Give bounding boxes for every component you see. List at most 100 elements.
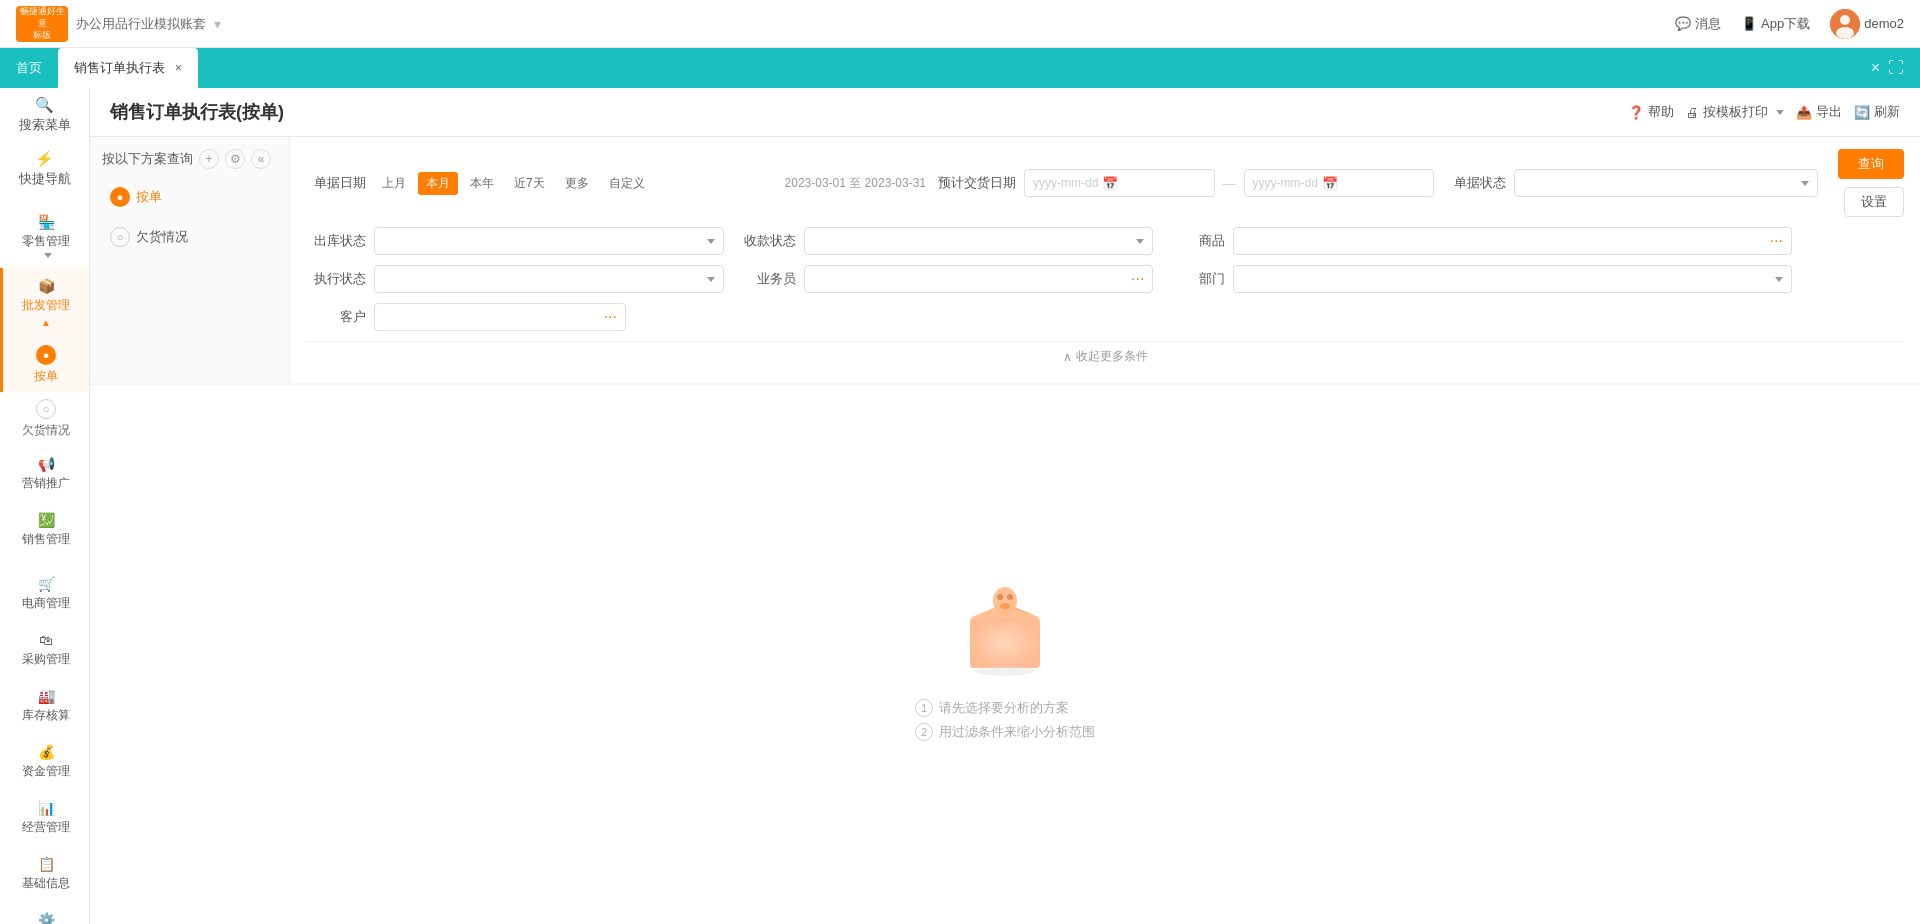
help-icon: ❓ [1628,105,1644,120]
svg-point-10 [975,666,1035,676]
set-btn[interactable]: 设置 [1844,187,1904,217]
dept-select[interactable] [1233,265,1792,293]
filter-expected-date-field: 预计交货日期 yyyy-mm-dd 📅 — yyyy-mm-dd 📅 [938,169,1434,197]
tab-close-icon[interactable]: × [175,61,182,75]
tab-bar-actions: × ⛶ [1871,59,1920,77]
dept-chevron [1775,277,1783,282]
sidebar-item-sales-mgmt[interactable]: 💹 销售管理 [0,502,89,558]
customer-input[interactable]: ··· [374,303,626,331]
scheme-arrears-icon: ○ [110,227,130,247]
avatar-img [1830,9,1860,39]
settings-scheme-btn[interactable]: ⚙ [225,149,245,169]
exec-status-chevron [707,277,715,282]
filter-fields: 单据日期 上月 本月 本年 近7天 更多 自定义 2023-03-01 至 20… [290,137,1920,383]
query-btn[interactable]: 查询 [1838,149,1904,179]
sidebar-item-marketing[interactable]: 📢 营销推广 [0,446,89,502]
sidebar-retail-label: 零售管理 [22,233,70,250]
sidebar-search[interactable]: 🔍 搜索菜单 [0,88,89,142]
date-tab-last-month[interactable]: 上月 [374,172,414,195]
sidebar-item-wholesale[interactable]: 📦 批发管理 ▲ [0,268,89,338]
sidebar-quick-nav[interactable]: ⚡ 快捷导航 [0,142,89,196]
payment-status-select[interactable] [804,227,1154,255]
tab-maximize-btn[interactable]: ⛶ [1888,59,1904,77]
sidebar-item-orders[interactable]: ● 按单 [0,338,89,392]
date-tab-this-month[interactable]: 本月 [418,172,458,195]
message-btn[interactable]: 💬 消息 [1675,15,1721,33]
goods-ellipsis-icon[interactable]: ··· [1770,232,1783,250]
date-tab-this-year[interactable]: 本年 [462,172,502,195]
date-tab-more[interactable]: 更多 [557,172,597,195]
sidebar-item-operations[interactable]: 📊 经营管理 [0,790,89,846]
date-range-text: 2023-03-01 至 2023-03-31 [785,175,926,192]
date-tab-custom[interactable]: 自定义 [601,172,653,195]
filter-scheme-label: 按以下方案查询 [102,150,193,168]
add-scheme-btn[interactable]: + [199,149,219,169]
sidebar-item-retail[interactable]: 🏪 零售管理 [0,204,89,268]
collapse-up-icon: ∧ [1063,350,1072,364]
filter-status-field: 单据状态 [1446,169,1818,197]
main-layout: 🔍 搜索菜单 ⚡ 快捷导航 🏪 零售管理 📦 批发管理 ▲ ● 按单 ○ 欠货情… [0,88,1920,924]
cal-to-icon: 📅 [1322,176,1338,191]
date-label: 单据日期 [306,174,366,192]
sidebar-item-finance[interactable]: 💰 资金管理 [0,734,89,790]
svg-point-2 [1836,27,1854,39]
salesperson-input[interactable]: ··· [804,265,1154,293]
empty-icon [945,563,1065,683]
export-label: 导出 [1816,103,1842,121]
sales-mgmt-icon: 💹 [38,512,55,528]
collapse-btn[interactable]: ∧ 收起更多条件 [1063,348,1148,365]
exec-status-select[interactable] [374,265,724,293]
sidebar-item-debt[interactable]: ○ 欠货情况 [0,392,89,446]
collapse-scheme-btn[interactable]: « [251,149,271,169]
customer-ellipsis-icon[interactable]: ··· [604,308,617,326]
sidebar-item-inventory[interactable]: 🏭 库存核算 [0,678,89,734]
scheme-orders-item[interactable]: ● 按单 [102,181,277,213]
help-btn[interactable]: ❓ 帮助 [1628,103,1674,121]
tab-bar: 首页 销售订单执行表 × × ⛶ [0,48,1920,88]
goods-input[interactable]: ··· [1233,227,1792,255]
status-select[interactable] [1514,169,1818,197]
collapse-row: ∧ 收起更多条件 [306,341,1904,371]
scheme-orders-icon: ● [110,187,130,207]
svg-rect-3 [970,618,1040,668]
collapse-label: 收起更多条件 [1076,348,1148,365]
sidebar-debt-label: 欠货情况 [22,422,70,439]
expected-date-from-input[interactable]: yyyy-mm-dd 📅 [1024,169,1215,197]
out-status-select[interactable] [374,227,724,255]
tab-home[interactable]: 首页 [0,48,58,88]
status-label: 单据状态 [1446,174,1506,192]
scheme-arrears-item[interactable]: ○ 欠货情况 [102,221,277,253]
expected-date-to-input[interactable]: yyyy-mm-dd 📅 [1244,169,1435,197]
filter-scheme-title: 按以下方案查询 + ⚙ « [102,149,277,169]
sidebar-search-label: 搜索菜单 [19,116,71,134]
scheme-arrears-label: 欠货情况 [136,228,188,246]
sidebar-item-ecommerce[interactable]: 🛒 电商管理 [0,566,89,622]
retail-expand-icon [44,253,52,258]
refresh-btn[interactable]: 🔄 刷新 [1854,103,1900,121]
app-logo: 畅捷通好生意 标版 [16,6,68,42]
content-area: 销售订单执行表(按单) ❓ 帮助 🖨 按模板打印 📤 导出 🔄 刷新 [90,88,1920,924]
product-dropdown[interactable]: ▾ [214,16,221,32]
user-name: demo2 [1864,16,1904,31]
print-btn[interactable]: 🖨 按模板打印 [1686,103,1784,121]
export-btn[interactable]: 📤 导出 [1796,103,1842,121]
sidebar-item-purchase[interactable]: 🛍 采购管理 [0,622,89,678]
quick-nav-icon: ⚡ [35,150,54,168]
tab-sales-order[interactable]: 销售订单执行表 × [58,48,198,88]
sidebar-item-basic[interactable]: 📋 基础信息 [0,846,89,902]
tab-close-window-btn[interactable]: × [1871,59,1880,77]
app-download-btn[interactable]: 📱 App下载 [1741,15,1810,33]
salesperson-ellipsis-icon[interactable]: ··· [1131,270,1144,288]
user-menu[interactable]: demo2 [1830,9,1904,39]
scheme-orders-label: 按单 [136,188,162,206]
refresh-icon: 🔄 [1854,105,1870,120]
sidebar-item-system[interactable]: ⚙️ 系统管理 [0,902,89,924]
sidebar-ecommerce-label: 电商管理 [22,595,70,612]
page-header: 销售订单执行表(按单) ❓ 帮助 🖨 按模板打印 📤 导出 🔄 刷新 [90,88,1920,137]
out-status-label: 出库状态 [306,232,366,250]
step2-text: 用过滤条件来缩小分析范围 [939,723,1095,741]
filter-scheme-panel: 按以下方案查询 + ⚙ « ● 按单 ○ 欠货情况 [90,137,290,383]
product-title: 办公用品行业模拟账套 [76,15,206,33]
date-tab-last7[interactable]: 近7天 [506,172,553,195]
message-icon: 💬 [1675,16,1691,31]
